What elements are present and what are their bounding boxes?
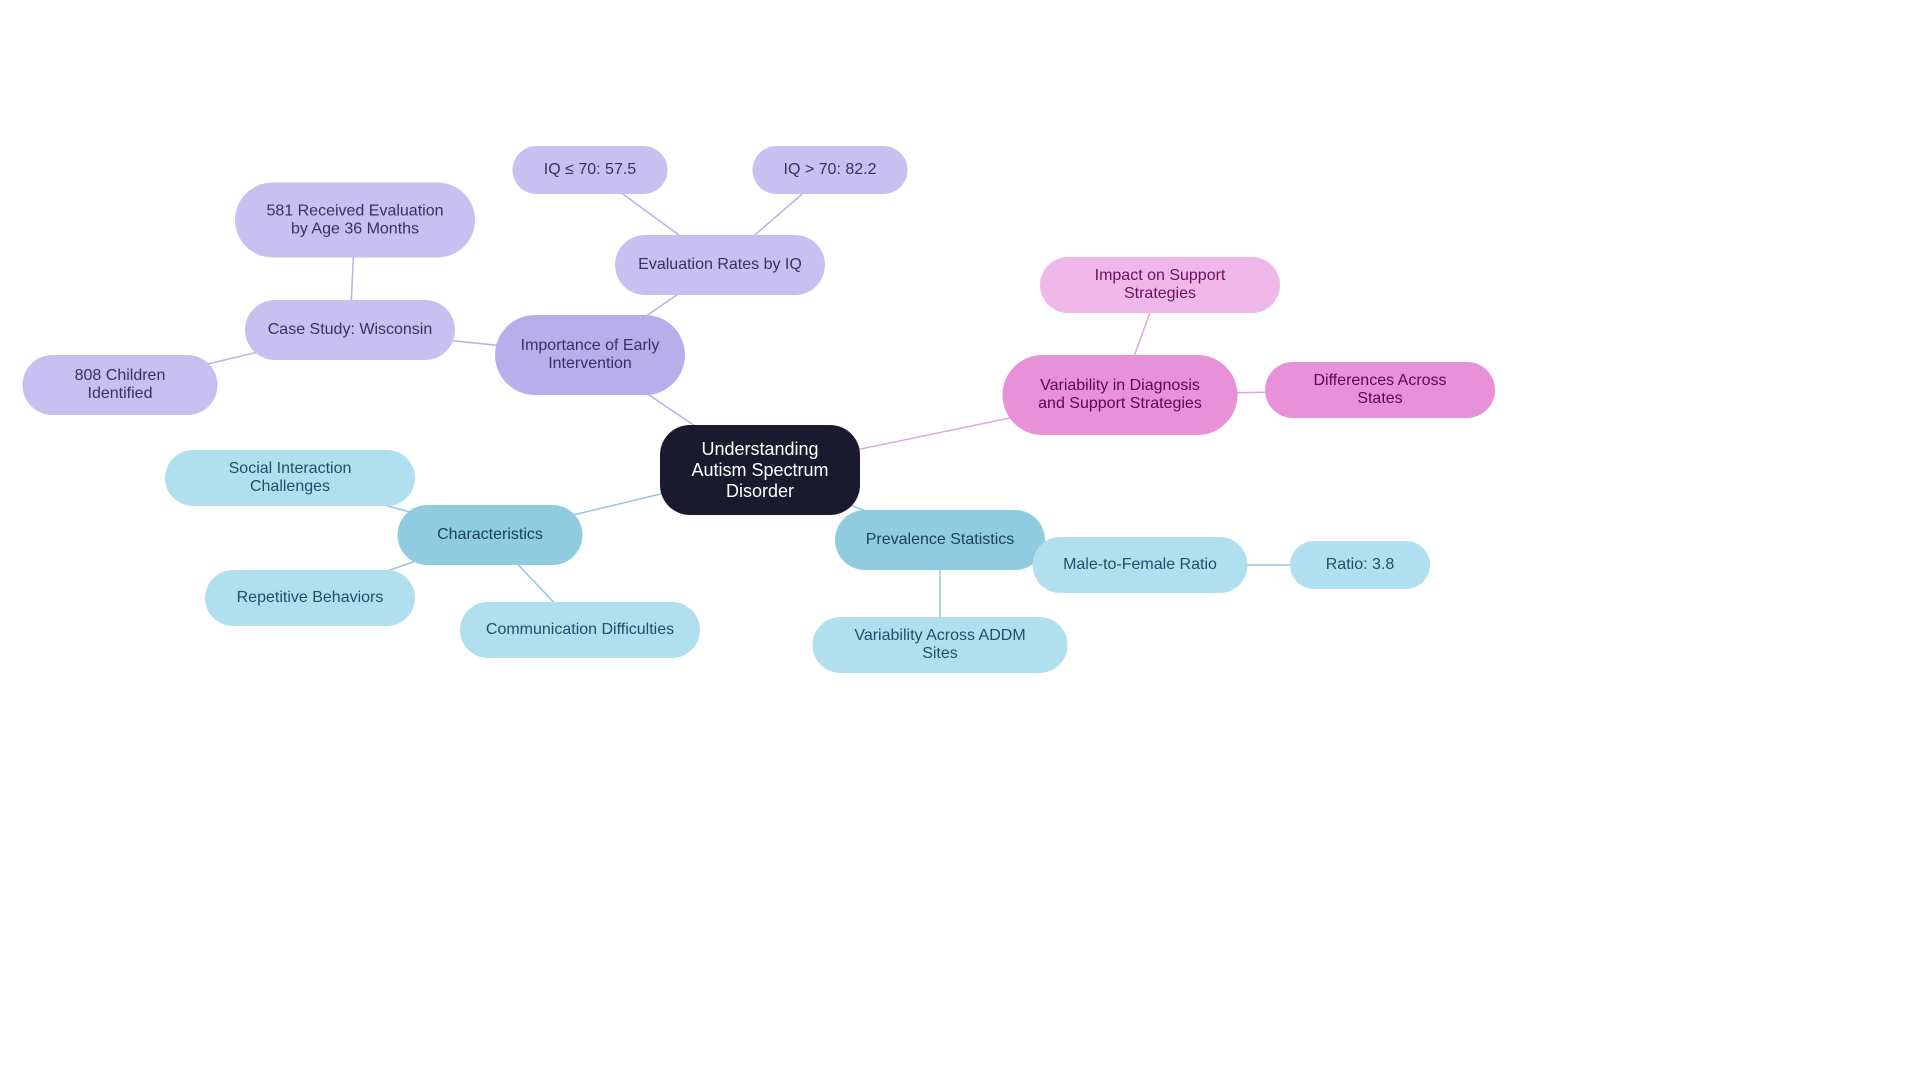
node-children-identified[interactable]: 808 Children Identified xyxy=(23,355,218,415)
node-communication[interactable]: Communication Difficulties xyxy=(460,602,700,658)
node-center[interactable]: Understanding Autism Spectrum Disorder xyxy=(660,425,860,515)
node-repetitive-behaviors[interactable]: Repetitive Behaviors xyxy=(205,570,415,626)
node-iq-low[interactable]: IQ ≤ 70: 57.5 xyxy=(513,146,668,194)
node-case-study[interactable]: Case Study: Wisconsin xyxy=(245,300,455,360)
node-eval-rates[interactable]: Evaluation Rates by IQ xyxy=(615,235,825,295)
node-differences-states[interactable]: Differences Across States xyxy=(1265,362,1495,418)
node-received-evaluation[interactable]: 581 Received Evaluation by Age 36 Months xyxy=(235,183,475,258)
node-impact-support[interactable]: Impact on Support Strategies xyxy=(1040,257,1280,313)
node-iq-high[interactable]: IQ > 70: 82.2 xyxy=(753,146,908,194)
node-characteristics[interactable]: Characteristics xyxy=(398,505,583,565)
node-prevalence[interactable]: Prevalence Statistics xyxy=(835,510,1045,570)
node-variability[interactable]: Variability in Diagnosis and Support Str… xyxy=(1003,355,1238,435)
node-early-intervention[interactable]: Importance of Early Intervention xyxy=(495,315,685,395)
node-male-female[interactable]: Male-to-Female Ratio xyxy=(1033,537,1248,593)
node-addm-sites[interactable]: Variability Across ADDM Sites xyxy=(813,617,1068,673)
mindmap-container: Understanding Autism Spectrum Disorder Im… xyxy=(0,0,1920,1083)
node-ratio[interactable]: Ratio: 3.8 xyxy=(1290,541,1430,589)
node-social-challenges[interactable]: Social Interaction Challenges xyxy=(165,450,415,506)
